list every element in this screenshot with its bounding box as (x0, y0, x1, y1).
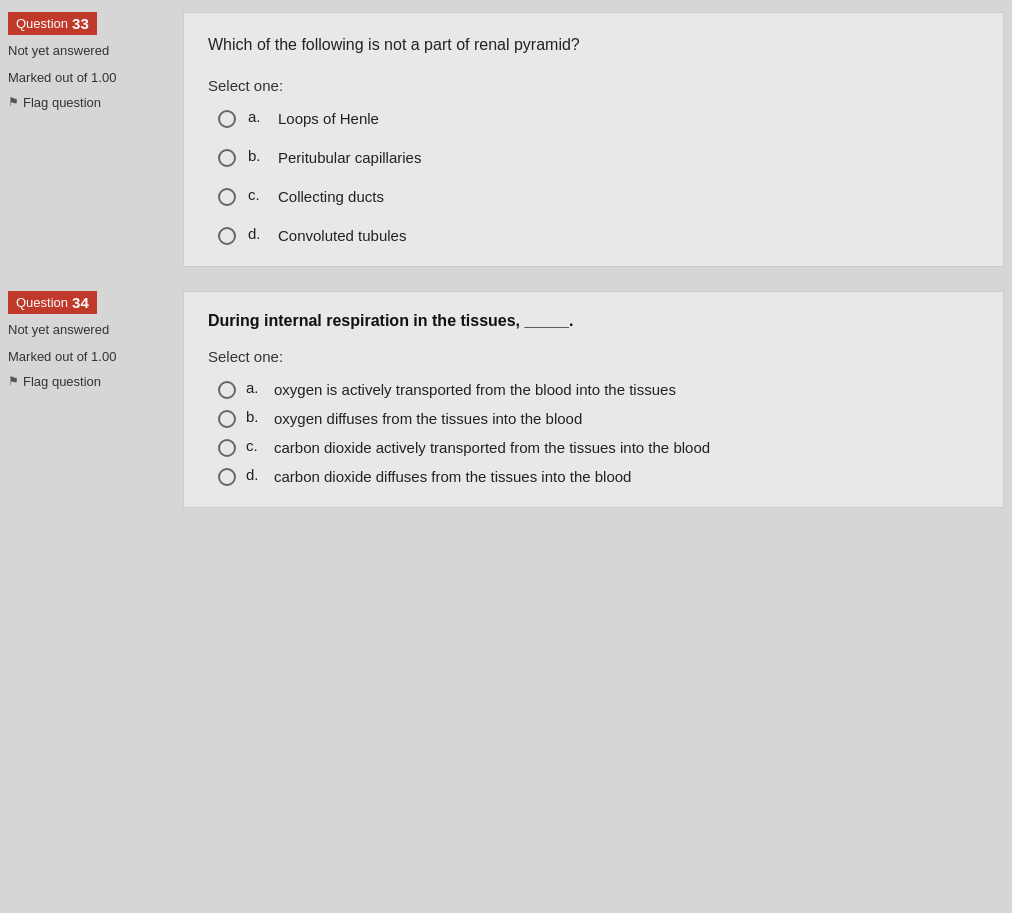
option-34-d[interactable]: d. carbon dioxide diffuses from the tiss… (218, 466, 979, 487)
marked-out-34: Marked out of 1.00 (8, 347, 175, 368)
badge-word-34: Question (16, 295, 68, 310)
flag-question-34[interactable]: ⚑ Flag question (8, 374, 175, 389)
options-list-33: a. Loops of Henle b. Peritubular capilla… (208, 108, 979, 246)
letter-33-c: c. (248, 186, 266, 203)
letter-33-a: a. (248, 108, 266, 125)
option-33-c[interactable]: c. Collecting ducts (218, 186, 979, 207)
label-33-b: Peritubular capillaries (278, 147, 421, 168)
option-34-b[interactable]: b. oxygen diffuses from the tissues into… (218, 408, 979, 429)
flag-label-34: Flag question (23, 374, 101, 389)
not-answered-34: Not yet answered (8, 320, 175, 341)
flag-icon-33: ⚑ (8, 95, 19, 109)
question-33-text: Which of the following is not a part of … (208, 33, 979, 57)
question-33-content: Which of the following is not a part of … (183, 12, 1004, 267)
select-one-33: Select one: (208, 77, 979, 94)
badge-word-33: Question (16, 16, 68, 31)
option-34-c[interactable]: c. carbon dioxide actively transported f… (218, 437, 979, 458)
flag-label-33: Flag question (23, 95, 101, 110)
label-33-c: Collecting ducts (278, 186, 384, 207)
badge-number-33: 33 (72, 15, 89, 32)
label-33-d: Convoluted tubules (278, 225, 406, 246)
option-33-d[interactable]: d. Convoluted tubules (218, 225, 979, 246)
letter-34-b: b. (246, 408, 264, 425)
label-34-c: carbon dioxide actively transported from… (274, 437, 710, 458)
letter-33-b: b. (248, 147, 266, 164)
label-34-d: carbon dioxide diffuses from the tissues… (274, 466, 631, 487)
radio-33-a[interactable] (218, 110, 236, 128)
label-34-a: oxygen is actively transported from the … (274, 379, 676, 400)
flag-icon-34: ⚑ (8, 374, 19, 388)
question-33-sidebar: Question 33 Not yet answered Marked out … (8, 12, 183, 267)
radio-33-c[interactable] (218, 188, 236, 206)
options-list-34: a. oxygen is actively transported from t… (208, 379, 979, 487)
not-answered-33: Not yet answered (8, 41, 175, 62)
question-34-badge: Question 34 (8, 291, 97, 314)
marked-out-33: Marked out of 1.00 (8, 68, 175, 89)
label-34-b: oxygen diffuses from the tissues into th… (274, 408, 582, 429)
question-34-sidebar: Question 34 Not yet answered Marked out … (8, 291, 183, 508)
letter-33-d: d. (248, 225, 266, 242)
radio-34-a[interactable] (218, 381, 236, 399)
letter-34-a: a. (246, 379, 264, 396)
option-34-a[interactable]: a. oxygen is actively transported from t… (218, 379, 979, 400)
radio-34-c[interactable] (218, 439, 236, 457)
radio-34-d[interactable] (218, 468, 236, 486)
option-33-b[interactable]: b. Peritubular capillaries (218, 147, 979, 168)
question-34-content: During internal respiration in the tissu… (183, 291, 1004, 508)
question-33-badge: Question 33 (8, 12, 97, 35)
letter-34-d: d. (246, 466, 264, 483)
question-34-text: During internal respiration in the tissu… (208, 312, 979, 330)
question-34-block: Question 34 Not yet answered Marked out … (8, 291, 1004, 508)
badge-number-34: 34 (72, 294, 89, 311)
radio-34-b[interactable] (218, 410, 236, 428)
option-33-a[interactable]: a. Loops of Henle (218, 108, 979, 129)
question-33-block: Question 33 Not yet answered Marked out … (8, 12, 1004, 267)
radio-33-b[interactable] (218, 149, 236, 167)
flag-question-33[interactable]: ⚑ Flag question (8, 95, 175, 110)
select-one-34: Select one: (208, 348, 979, 365)
radio-33-d[interactable] (218, 227, 236, 245)
letter-34-c: c. (246, 437, 264, 454)
label-33-a: Loops of Henle (278, 108, 379, 129)
